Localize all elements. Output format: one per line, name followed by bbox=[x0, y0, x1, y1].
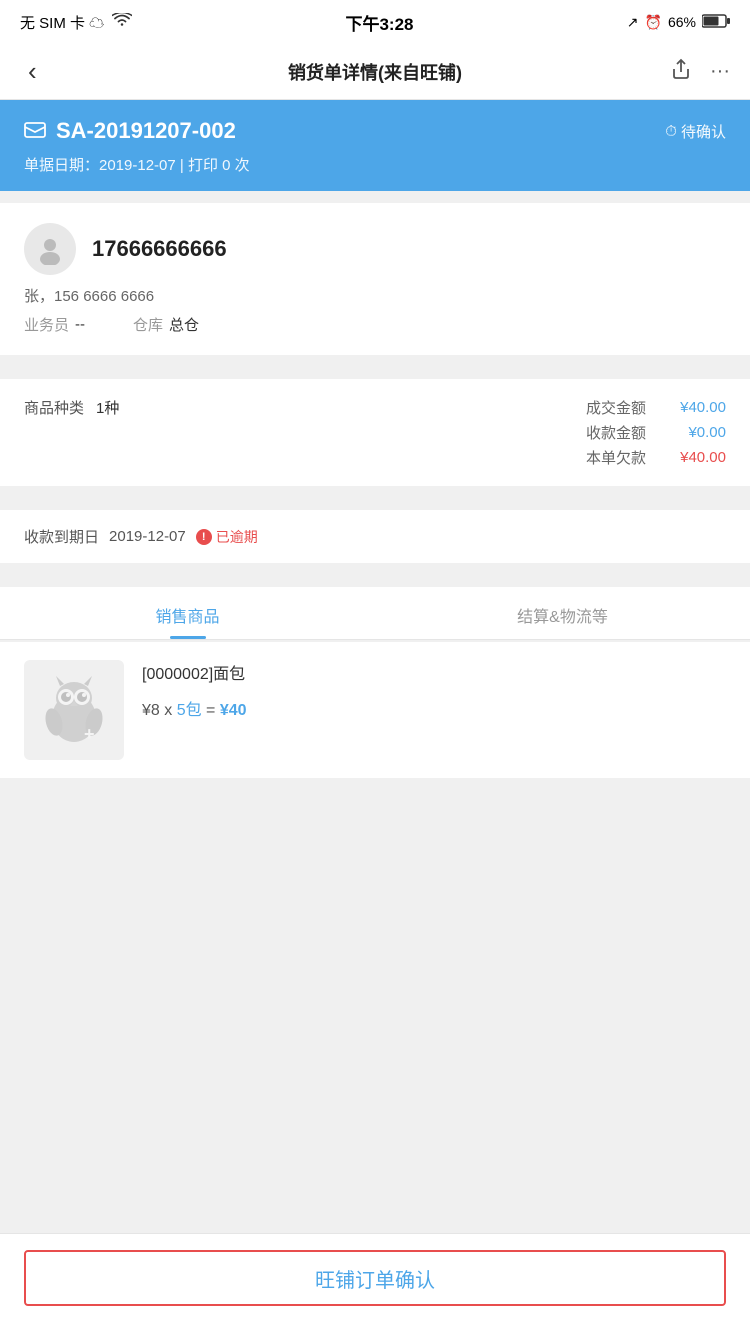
overdue-badge: ! 已逾期 bbox=[196, 527, 258, 547]
separator-1 bbox=[0, 191, 750, 203]
stats-card: 商品种类 1种 成交金额 ¥40.00 收款金额 ¥0.00 本单欠款 ¥40.… bbox=[0, 379, 750, 486]
warehouse-label: 仓库 bbox=[133, 314, 163, 335]
location-icon: ↗ bbox=[627, 14, 639, 31]
product-thumbnail: + bbox=[24, 660, 124, 760]
customer-meta: 业务员 -- 仓库 总仓 bbox=[24, 314, 726, 335]
qty-text: 5包 bbox=[177, 702, 202, 719]
price-text: ¥8 x bbox=[142, 702, 177, 719]
order-header: SA-20191207-002 ⏱ 待确认 单据日期：2019-12-07 | … bbox=[0, 100, 750, 191]
stat-value-1: ¥40.00 bbox=[656, 399, 726, 416]
wifi-icon bbox=[112, 13, 132, 31]
order-icon bbox=[24, 118, 46, 144]
nav-bar: ‹ 销货单详情(来自旺铺) ··· bbox=[0, 44, 750, 100]
content-area bbox=[0, 778, 750, 978]
status-right: ↗ ⏰ 66% bbox=[627, 14, 730, 31]
separator-3 bbox=[0, 498, 750, 510]
share-icon[interactable] bbox=[670, 58, 692, 86]
stat-value-2: ¥0.00 bbox=[656, 424, 726, 441]
equals-text: = bbox=[202, 702, 220, 719]
customer-name: 17666666666 bbox=[92, 236, 227, 262]
nav-actions: ··· bbox=[670, 58, 730, 86]
warehouse-value: 总仓 bbox=[169, 314, 199, 335]
status-time: 下午3:28 bbox=[345, 10, 413, 35]
stat-label-3: 本单欠款 bbox=[586, 447, 646, 468]
product-type-value: 1种 bbox=[96, 397, 119, 418]
order-status: ⏱ 待确认 bbox=[665, 121, 726, 142]
salesperson-meta: 业务员 -- bbox=[24, 314, 85, 335]
order-date: 单据日期：2019-12-07 | 打印 0 次 bbox=[24, 154, 726, 175]
stat-row-2: 收款金额 ¥0.00 bbox=[586, 422, 726, 443]
salesperson-value: -- bbox=[75, 316, 85, 333]
stat-label-1: 成交金额 bbox=[586, 397, 646, 418]
confirm-order-button[interactable]: 旺铺订单确认 bbox=[24, 1250, 726, 1306]
stat-row-1: 成交金额 ¥40.00 bbox=[586, 397, 726, 418]
stat-row-3: 本单欠款 ¥40.00 bbox=[586, 447, 726, 468]
stats-left: 商品种类 1种 bbox=[24, 397, 119, 418]
status-clock-icon: ⏱ bbox=[665, 123, 677, 140]
svg-text:+: + bbox=[84, 724, 95, 744]
product-price: ¥8 x 5包 = ¥40 bbox=[142, 696, 726, 720]
due-date-value: 2019-12-07 bbox=[109, 528, 186, 545]
product-section: + [0000002]面包 ¥8 x 5包 = ¥40 bbox=[0, 642, 750, 778]
battery-level: 66% bbox=[668, 14, 696, 30]
back-button[interactable]: ‹ bbox=[20, 52, 45, 91]
overdue-dot-icon: ! bbox=[196, 529, 212, 545]
tabs-container: 销售商品 结算&物流等 bbox=[0, 587, 750, 640]
stats-right: 成交金额 ¥40.00 收款金额 ¥0.00 本单欠款 ¥40.00 bbox=[586, 397, 726, 468]
avatar bbox=[24, 223, 76, 275]
product-info: [0000002]面包 ¥8 x 5包 = ¥40 bbox=[142, 660, 726, 720]
stat-value-3: ¥40.00 bbox=[656, 449, 726, 466]
warehouse-meta: 仓库 总仓 bbox=[133, 314, 199, 335]
customer-detail: 张，156 6666 6666 bbox=[24, 285, 726, 306]
more-icon[interactable]: ··· bbox=[710, 60, 730, 83]
alarm-icon: ⏰ bbox=[645, 14, 662, 31]
due-date-label: 收款到期日 bbox=[24, 526, 99, 547]
customer-card: 17666666666 张，156 6666 6666 业务员 -- 仓库 总仓 bbox=[0, 203, 750, 355]
status-bar: 无 SIM 卡 ☁ 下午3:28 ↗ ⏰ 66% bbox=[0, 0, 750, 44]
salesperson-label: 业务员 bbox=[24, 314, 69, 335]
page-title: 销货单详情(来自旺铺) bbox=[288, 59, 462, 85]
overdue-label: 已逾期 bbox=[216, 527, 258, 547]
sim-status: 无 SIM 卡 ☁ bbox=[20, 12, 104, 33]
bottom-bar: 旺铺订单确认 bbox=[0, 1233, 750, 1334]
order-number: SA-20191207-002 bbox=[56, 118, 236, 144]
status-left: 无 SIM 卡 ☁ bbox=[20, 12, 132, 33]
separator-2 bbox=[0, 367, 750, 379]
battery-icon bbox=[702, 14, 730, 31]
product-item: + [0000002]面包 ¥8 x 5包 = ¥40 bbox=[24, 660, 726, 760]
product-type-label: 商品种类 bbox=[24, 397, 84, 418]
tab-settlement-logistics[interactable]: 结算&物流等 bbox=[375, 587, 750, 639]
tab-sales-products[interactable]: 销售商品 bbox=[0, 587, 375, 639]
stat-label-2: 收款金额 bbox=[586, 422, 646, 443]
status-label: 待确认 bbox=[681, 121, 726, 142]
due-date-row: 收款到期日 2019-12-07 ! 已逾期 bbox=[0, 510, 750, 563]
total-text: ¥40 bbox=[220, 702, 247, 719]
order-id: SA-20191207-002 bbox=[24, 118, 236, 144]
separator-4 bbox=[0, 575, 750, 587]
product-name: [0000002]面包 bbox=[142, 660, 726, 684]
